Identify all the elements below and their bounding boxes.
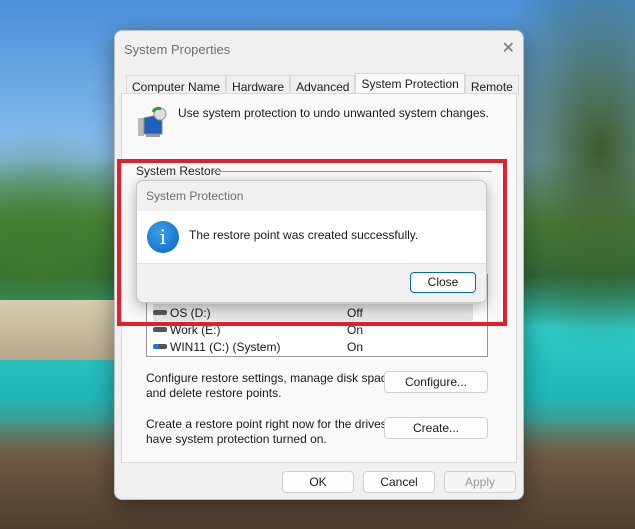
create-description: Create a restore point right now for the… [146,417,410,447]
system-protection-icon [138,106,167,137]
drive-status: On [347,339,364,354]
dialog-message: The restore point was created successful… [189,228,419,242]
close-button[interactable]: Close [410,272,476,293]
tab-bar: Computer Name Hardware Advanced System P… [126,73,519,95]
text-line: Configure restore settings, manage disk … [146,371,397,385]
system-protection-dialog: System Protection i The restore point wa… [136,180,487,303]
dialog-title: System Protection [146,189,244,203]
tab-computer-name[interactable]: Computer Name [126,75,227,95]
wallpaper-beach [0,300,120,360]
tab-advanced[interactable]: Advanced [290,75,356,95]
dialog-body: i The restore point was created successf… [137,211,486,264]
list-item[interactable]: WIN11 (C:) (System) On [153,338,473,355]
text-line: have system protection turned on. [146,432,327,446]
close-icon[interactable]: ✕ [502,38,515,58]
info-icon: i [147,221,179,253]
configure-button[interactable]: Configure... [384,371,488,393]
ok-button[interactable]: OK [282,471,354,493]
tab-hardware[interactable]: Hardware [226,75,291,95]
drive-name: WIN11 (C:) (System) [170,339,281,354]
configure-description: Configure restore settings, manage disk … [146,371,397,401]
text-line: Create a restore point right now for the… [146,417,411,431]
create-button[interactable]: Create... [384,417,488,439]
windows-drive-icon [153,344,167,349]
text-line: and delete restore points. [146,386,282,400]
tab-remote[interactable]: Remote [464,75,519,95]
drive-icon [153,327,167,332]
window-title: System Properties [124,42,231,57]
apply-button[interactable]: Apply [444,471,516,493]
intro-text: Use system protection to undo unwanted s… [178,106,489,120]
cancel-button[interactable]: Cancel [363,471,435,493]
tab-system-protection[interactable]: System Protection [355,73,465,95]
